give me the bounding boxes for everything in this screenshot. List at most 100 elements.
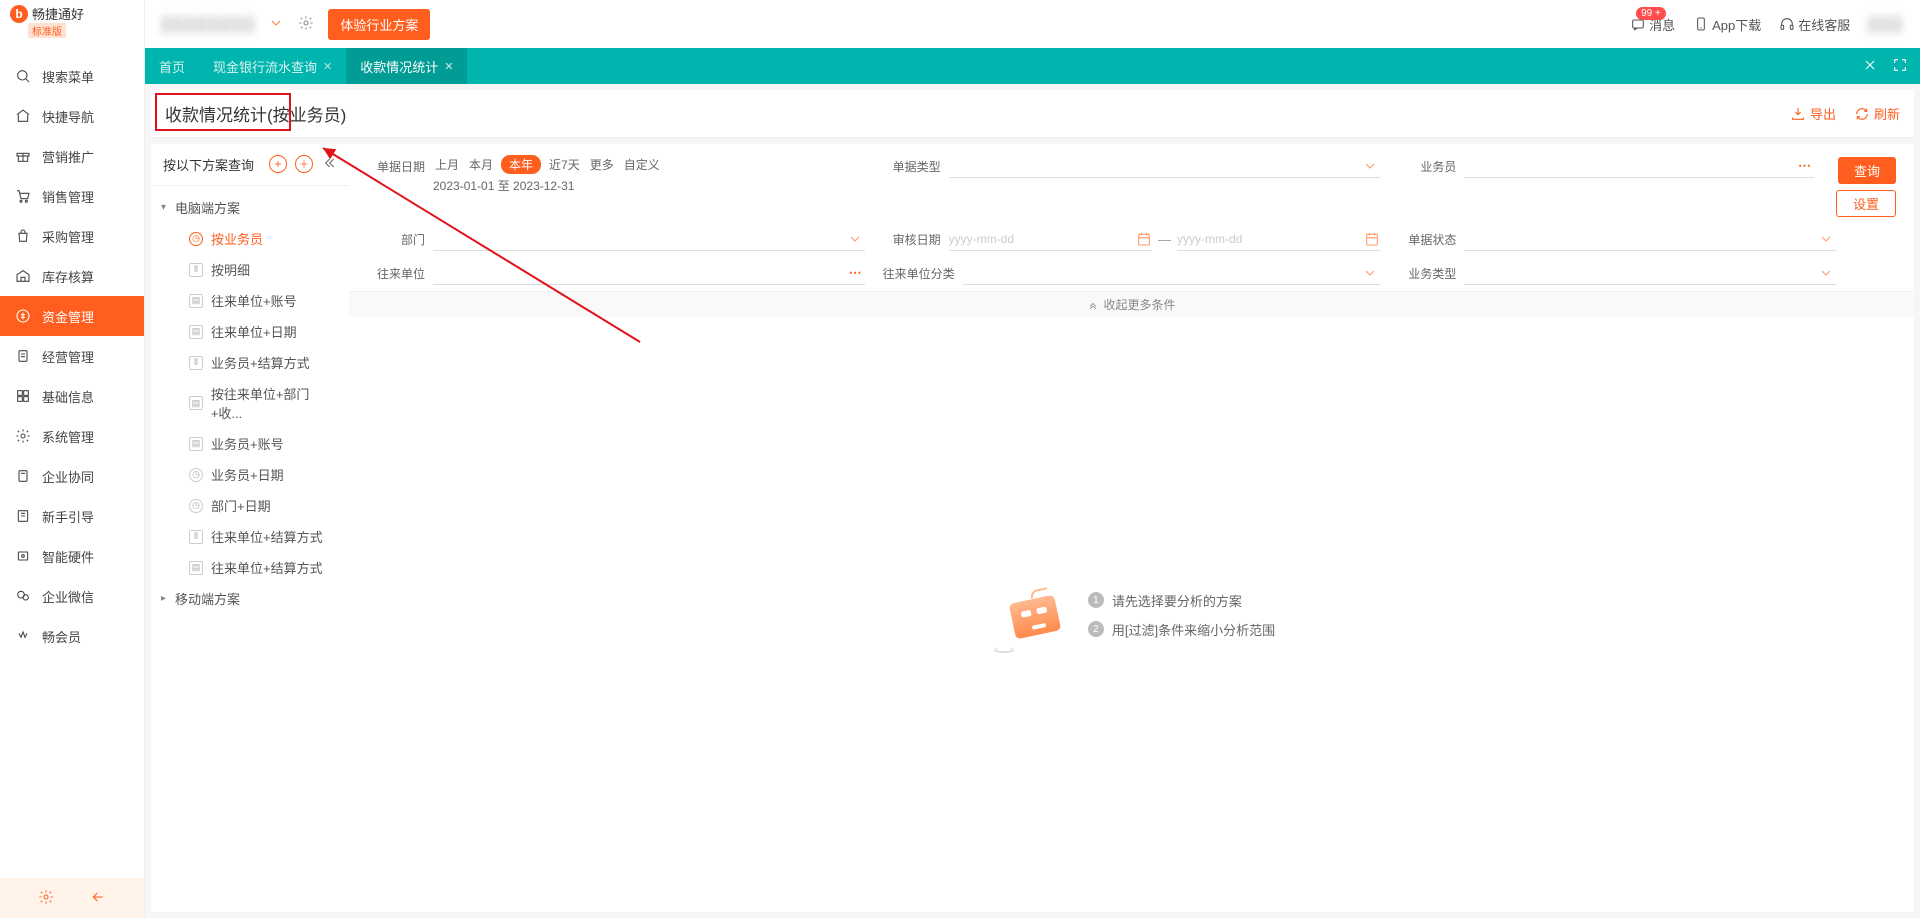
scheme-settings-icon[interactable] <box>295 155 313 173</box>
fullscreen-icon[interactable] <box>1892 57 1908 76</box>
nav-item-quicknav[interactable]: 快捷导航 <box>0 96 144 136</box>
gear-icon[interactable] <box>298 15 314 34</box>
scheme-header: 按以下方案查询 + <box>151 144 349 186</box>
query-button[interactable]: 查询 <box>1838 157 1896 184</box>
scheme-item[interactable]: ◷业务员+日期 <box>151 459 349 490</box>
nav-label: 畅会员 <box>42 627 81 646</box>
select-partner-cat[interactable] <box>963 261 1381 285</box>
nav-label: 企业微信 <box>42 587 94 606</box>
collapse-filters-button[interactable]: 收起更多条件 <box>349 291 1914 317</box>
nav-item-member[interactable]: 畅会员 <box>0 616 144 656</box>
sidebar-footer <box>0 878 144 918</box>
nav-item-system[interactable]: 系统管理 <box>0 416 144 456</box>
select-biz-type[interactable] <box>1464 261 1836 285</box>
nav-item-wechat[interactable]: 企业微信 <box>0 576 144 616</box>
filter-label: 单据状态 <box>1398 227 1456 248</box>
date-chip-active[interactable]: 本年 <box>501 155 541 174</box>
nav-item-operating[interactable]: 经营管理 <box>0 336 144 376</box>
nav-item-marketing[interactable]: 营销推广 <box>0 136 144 176</box>
nav-item-sales[interactable]: 销售管理 <box>0 176 144 216</box>
clock-icon: ◷ <box>189 499 203 513</box>
topbar: ████████ 体验行业方案 99 + 消息 App下载 在线客服 <box>145 0 1920 48</box>
scheme-item[interactable]: ◷部门+日期 <box>151 490 349 521</box>
nav-label: 资金管理 <box>42 307 94 326</box>
sidebar: b 畅捷通好 标准版 搜索菜单 快捷导航 营销推广 销售管理 采购管理 库存核算… <box>0 0 145 918</box>
date-from-input[interactable]: yyyy-mm-dd <box>949 227 1152 251</box>
scheme-item[interactable]: ⦀按明细 <box>151 254 349 285</box>
scheme-item[interactable]: ▤往来单位+日期 <box>151 316 349 347</box>
chevron-up-icon <box>1087 299 1099 311</box>
date-chip[interactable]: 自定义 <box>622 154 662 175</box>
service-label: 在线客服 <box>1798 15 1850 34</box>
scheme-item[interactable]: ▤按往来单位+部门+收... <box>151 378 349 428</box>
date-to-input[interactable]: yyyy-mm-dd <box>1177 227 1380 251</box>
nav-item-purchase[interactable]: 采购管理 <box>0 216 144 256</box>
scheme-group-mobile[interactable]: ▸移动端方案 <box>151 583 349 614</box>
filter-label: 业务员 <box>1398 154 1456 175</box>
experience-button[interactable]: 体验行业方案 <box>328 9 430 40</box>
select-partner[interactable]: ⋯ <box>433 261 865 285</box>
scheme-item[interactable]: ▤往来单位+账号 <box>151 285 349 316</box>
scheme-item[interactable]: ⦀往来单位+结算方式 <box>151 521 349 552</box>
doc-icon: ▤ <box>189 561 203 575</box>
select-operator[interactable]: ⋯ <box>1464 154 1814 178</box>
setting-button[interactable]: 设置 <box>1836 190 1896 217</box>
date-chip[interactable]: 更多 <box>588 154 616 175</box>
more-icon[interactable]: ⋯ <box>1798 158 1812 174</box>
nav-item-basic[interactable]: 基础信息 <box>0 376 144 416</box>
scheme-item[interactable]: ▤往来单位+结算方式 <box>151 552 349 583</box>
nav-label: 基础信息 <box>42 387 94 406</box>
nav-label: 企业协同 <box>42 467 94 486</box>
placeholder-step: 1请先选择要分析的方案 <box>1088 591 1275 610</box>
scheme-item[interactable]: ⦀业务员+结算方式 <box>151 347 349 378</box>
scheme-item-label: 业务员+账号 <box>211 434 284 453</box>
date-chip[interactable]: 上月 <box>433 154 461 175</box>
select-dept[interactable] <box>433 227 865 251</box>
chevron-down-icon[interactable] <box>268 15 284 34</box>
scheme-item[interactable]: ▤业务员+账号 <box>151 428 349 459</box>
chart-icon: ⦀ <box>189 356 203 370</box>
download-link[interactable]: App下载 <box>1693 15 1761 34</box>
scheme-item[interactable]: ◷按业务员 <box>151 223 349 254</box>
doc-icon: ▤ <box>189 396 203 410</box>
nav-item-search[interactable]: 搜索菜单 <box>0 56 144 96</box>
phone-icon <box>1693 16 1709 32</box>
service-link[interactable]: 在线客服 <box>1779 15 1850 34</box>
chevron-down-icon <box>1362 158 1378 174</box>
nav-item-stock[interactable]: 库存核算 <box>0 256 144 296</box>
select-bill-state[interactable] <box>1464 227 1836 251</box>
date-chip[interactable]: 近7天 <box>547 154 582 175</box>
nav-label: 智能硬件 <box>42 547 94 566</box>
group-label: 电脑端方案 <box>175 198 240 217</box>
scheme-group-pc[interactable]: ▾电脑端方案 <box>151 192 349 223</box>
nav-item-hardware[interactable]: 智能硬件 <box>0 536 144 576</box>
more-icon[interactable]: ⋯ <box>849 265 863 281</box>
tab-home[interactable]: 首页 <box>145 48 199 84</box>
nav-item-funds[interactable]: 资金管理 <box>0 296 144 336</box>
tab-payment-stats[interactable]: 收款情况统计✕ <box>346 48 467 84</box>
group-label: 移动端方案 <box>175 589 240 608</box>
download-label: App下载 <box>1712 15 1761 34</box>
export-button[interactable]: 导出 <box>1790 104 1836 123</box>
user-name-blurred: ███ <box>1868 16 1904 32</box>
close-icon[interactable]: ✕ <box>444 60 453 73</box>
money-icon <box>14 307 32 325</box>
close-icon[interactable]: ✕ <box>323 60 332 73</box>
collapse-panel-icon[interactable] <box>321 155 337 174</box>
close-all-tabs-icon[interactable] <box>1862 57 1878 76</box>
refresh-button[interactable]: 刷新 <box>1854 104 1900 123</box>
tab-cashbank[interactable]: 现金银行流水查询✕ <box>199 48 346 84</box>
settings-icon[interactable] <box>38 889 54 908</box>
chevron-down-icon <box>1818 265 1834 281</box>
date-chip[interactable]: 本月 <box>467 154 495 175</box>
tab-label: 首页 <box>159 57 185 76</box>
nav-item-collab[interactable]: 企业协同 <box>0 456 144 496</box>
message-link[interactable]: 99 + 消息 <box>1630 15 1675 34</box>
add-scheme-icon[interactable]: + <box>269 155 287 173</box>
page-title: 收款情况统计(按业务员) <box>165 101 346 126</box>
filter-bill-state: 单据状态 <box>1398 227 1896 251</box>
filter-label: 部门 <box>367 227 425 248</box>
collapse-sidebar-icon[interactable] <box>90 889 106 908</box>
select-bill-type[interactable] <box>949 154 1381 178</box>
nav-item-newbie[interactable]: 新手引导 <box>0 496 144 536</box>
